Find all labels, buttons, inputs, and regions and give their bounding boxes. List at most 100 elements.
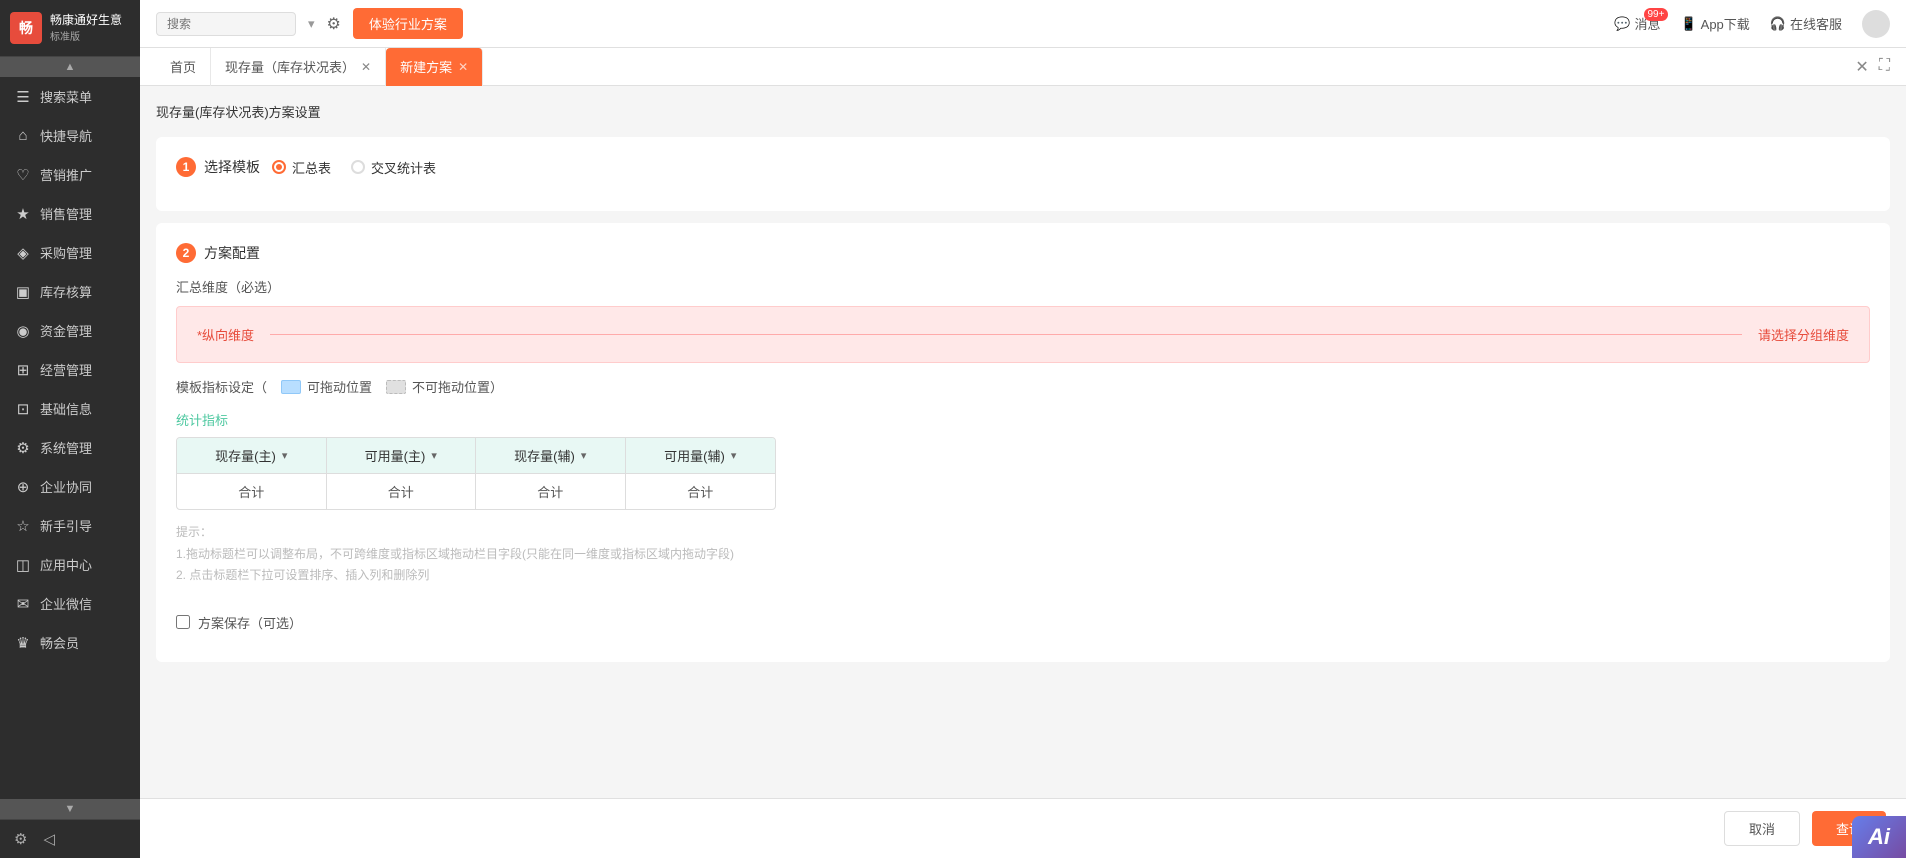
- new-guide-icon: ☆: [14, 517, 32, 535]
- tabs-bar: 首页 现存量（库存状况表） ✕ 新建方案 ✕ ✕ ⛶: [140, 48, 1906, 86]
- system-icon: ⚙: [14, 439, 32, 457]
- sidebar-item-system[interactable]: ⚙ 系统管理: [0, 428, 140, 467]
- sidebar-item-operation[interactable]: ⊞ 经营管理: [0, 350, 140, 389]
- sidebar-item-sales[interactable]: ★ 销售管理: [0, 194, 140, 233]
- search-dropdown-icon[interactable]: ▾: [308, 16, 315, 32]
- cell-1-1: 合计: [177, 474, 327, 509]
- message-badge: 99+: [1644, 8, 1669, 21]
- tab-inventory-close-icon[interactable]: ✕: [361, 60, 371, 74]
- member-icon: ♛: [14, 634, 32, 652]
- vertical-dimension-label: *纵向维度: [197, 325, 254, 344]
- purchase-icon: ◈: [14, 244, 32, 262]
- wechat-icon: ✉: [14, 595, 32, 613]
- stats-table-row-1: 合计 合计 合计 合计: [177, 474, 775, 509]
- sidebar-item-finance[interactable]: ◉ 资金管理: [0, 311, 140, 350]
- col-header-4[interactable]: 可用量(辅) ▾: [626, 438, 776, 473]
- draggable-label: 可拖动位置: [307, 377, 372, 396]
- sidebar-item-search-menu[interactable]: ☰ 搜索菜单: [0, 77, 140, 116]
- stats-section: 统计指标 现存量(主) ▾ 可用量(主) ▾ 现存量(辅) ▾: [176, 410, 1870, 510]
- no-drag-box: [386, 380, 406, 394]
- cell-1-4: 合计: [626, 474, 776, 509]
- step2-title: 方案配置: [204, 243, 260, 263]
- dimension-placeholder: 请选择分组维度: [1758, 325, 1849, 344]
- radio-summary[interactable]: 汇总表: [272, 158, 331, 177]
- sidebar-item-app-center[interactable]: ◫ 应用中心: [0, 545, 140, 584]
- col-header-2[interactable]: 可用量(主) ▾: [327, 438, 477, 473]
- message-bell-icon: 💬: [1614, 16, 1630, 32]
- sales-icon: ★: [14, 205, 32, 223]
- radio-cross-circle: [351, 160, 365, 174]
- logo-text: 畅康通好生意 标准版: [50, 13, 122, 44]
- radio-cross[interactable]: 交叉统计表: [351, 158, 436, 177]
- topbar: ▾ ⚙ 体验行业方案 💬 消息 99+ 📱 App下载 🎧 在线客服: [140, 0, 1906, 48]
- col-header-1[interactable]: 现存量(主) ▾: [177, 438, 327, 473]
- sidebar-item-inventory[interactable]: ▣ 库存核算: [0, 272, 140, 311]
- step1-card: 1 选择模板 汇总表 交叉统计表: [156, 137, 1890, 211]
- sidebar-item-new-guide[interactable]: ☆ 新手引导: [0, 506, 140, 545]
- app-center-icon: ◫: [14, 556, 32, 574]
- sidebar-scroll-down[interactable]: ▼: [0, 799, 140, 819]
- cancel-button[interactable]: 取消: [1724, 811, 1800, 846]
- gear-icon[interactable]: ⚙: [327, 14, 341, 34]
- save-option: 方案保存（可选）: [176, 603, 1870, 642]
- tab-new-plan[interactable]: 新建方案 ✕: [386, 48, 483, 86]
- trial-button[interactable]: 体验行业方案: [353, 8, 463, 39]
- window-expand-icon[interactable]: ⛶: [1879, 57, 1890, 77]
- dimension-area[interactable]: *纵向维度 请选择分组维度: [176, 306, 1870, 363]
- search-menu-icon: ☰: [14, 88, 32, 106]
- headset-icon: 🎧: [1770, 16, 1786, 32]
- ai-badge[interactable]: Ai: [1852, 816, 1906, 858]
- marketing-icon: ♡: [14, 166, 32, 184]
- col2-chevron-icon[interactable]: ▾: [431, 449, 437, 462]
- cell-1-3: 合计: [476, 474, 626, 509]
- sidebar-item-basic-info[interactable]: ⊡ 基础信息: [0, 389, 140, 428]
- basic-info-icon: ⊡: [14, 400, 32, 418]
- online-service-button[interactable]: 🎧 在线客服: [1770, 14, 1842, 33]
- cooperation-icon: ⊕: [14, 478, 32, 496]
- tab-home[interactable]: 首页: [156, 48, 211, 86]
- user-avatar[interactable]: [1862, 10, 1890, 38]
- tab-inventory-status[interactable]: 现存量（库存状况表） ✕: [211, 48, 386, 86]
- col1-chevron-icon[interactable]: ▾: [282, 449, 288, 462]
- sidebar-item-cooperation[interactable]: ⊕ 企业协同: [0, 467, 140, 506]
- sidebar-item-wechat[interactable]: ✉ 企业微信: [0, 584, 140, 623]
- tip-item-2: 2. 点击标题栏下拉可设置排序、插入列和删除列: [176, 565, 1870, 587]
- col-header-3[interactable]: 现存量(辅) ▾: [476, 438, 626, 473]
- sidebar-logo: 畅 畅康通好生意 标准版: [0, 0, 140, 57]
- col4-chevron-icon[interactable]: ▾: [731, 449, 737, 462]
- no-drag-label: 不可拖动位置）: [412, 377, 503, 396]
- sound-icon[interactable]: ◁: [43, 830, 55, 848]
- stats-title: 统计指标: [176, 410, 1870, 429]
- content-area: 现存量(库存状况表)方案设置 1 选择模板 汇总表 交叉统计表: [140, 86, 1906, 798]
- sidebar-item-purchase[interactable]: ◈ 采购管理: [0, 233, 140, 272]
- logo-icon: 畅: [10, 12, 42, 44]
- app-download-button[interactable]: 📱 App下载: [1680, 14, 1749, 33]
- main-area: ▾ ⚙ 体验行业方案 💬 消息 99+ 📱 App下载 🎧 在线客服 首页: [140, 0, 1906, 858]
- topbar-right: 💬 消息 99+ 📱 App下载 🎧 在线客服: [1614, 10, 1890, 38]
- draggable-indicator: 可拖动位置: [281, 377, 372, 396]
- radio-summary-circle: [272, 160, 286, 174]
- step2-header: 2 方案配置: [176, 243, 1870, 263]
- sidebar-scroll-up[interactable]: ▲: [0, 57, 140, 77]
- sidebar-item-quick-nav[interactable]: ⌂ 快捷导航: [0, 116, 140, 155]
- search-input[interactable]: [156, 12, 296, 36]
- sidebar-item-member[interactable]: ♛ 畅会员: [0, 623, 140, 662]
- step2-badge: 2: [176, 243, 196, 263]
- step1-badge: 1: [176, 157, 196, 177]
- sidebar-nav: ☰ 搜索菜单 ⌂ 快捷导航 ♡ 营销推广 ★ 销售管理 ◈ 采购管理 ▣ 库存核…: [0, 77, 140, 799]
- operation-icon: ⊞: [14, 361, 32, 379]
- template-radio-group: 汇总表 交叉统计表: [272, 158, 436, 177]
- step1-title: 选择模板: [204, 157, 260, 177]
- sidebar-item-marketing[interactable]: ♡ 营销推广: [0, 155, 140, 194]
- save-checkbox[interactable]: [176, 615, 190, 629]
- window-close-icon[interactable]: ✕: [1855, 57, 1868, 77]
- messages-button[interactable]: 💬 消息 99+: [1614, 14, 1660, 33]
- sidebar-bottom: ⚙ ◁: [0, 819, 140, 858]
- col3-chevron-icon[interactable]: ▾: [581, 449, 587, 462]
- tip-item-1: 1.拖动标题栏可以调整布局，不可跨维度或指标区域拖动栏目字段(只能在同一维度或指…: [176, 544, 1870, 566]
- step2-card: 2 方案配置 汇总维度（必选） *纵向维度 请选择分组维度 模板指标设定（ 可拖…: [156, 223, 1890, 662]
- page-title: 现存量(库存状况表)方案设置: [156, 102, 1890, 121]
- app-download-icon: 📱: [1680, 16, 1696, 32]
- settings-icon[interactable]: ⚙: [14, 830, 27, 848]
- tab-new-plan-close-icon[interactable]: ✕: [458, 60, 468, 74]
